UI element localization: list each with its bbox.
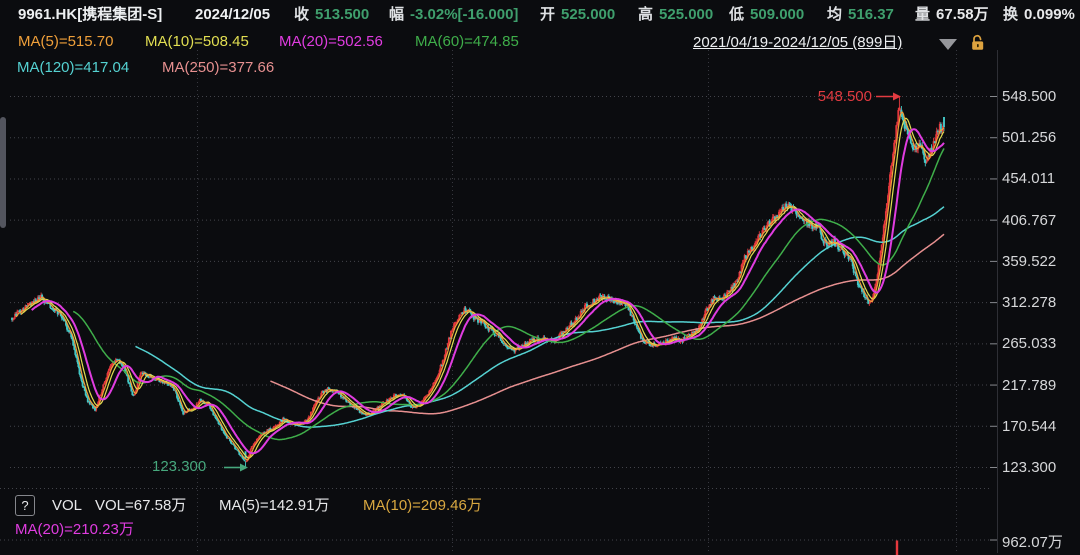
field-close: 收 513.500 [294, 4, 369, 26]
vol-indicator-title[interactable]: VOL [52, 495, 82, 516]
vol-ma5-value: MA(5)=142.91万 [219, 495, 329, 516]
symbol-title: 9961.HK[携程集团-S] [18, 4, 162, 26]
date-range-selector[interactable]: 2021/04/19-2024/12/05 (899日) [0, 31, 1080, 55]
left-scrollbar-thumb[interactable] [0, 117, 6, 228]
field-low-value: 509.000 [750, 6, 804, 23]
field-open-label: 开 [540, 6, 555, 23]
quote-date: 2024/12/05 [195, 4, 270, 26]
volume-axis-label: 962.07万 [1002, 531, 1063, 552]
field-low-label: 低 [729, 6, 744, 23]
help-icon[interactable]: ? [15, 495, 35, 516]
field-change-label: 幅 [389, 6, 404, 23]
field-volume: 量 67.58万 [915, 4, 989, 26]
quote-bar: 9961.HK[携程集团-S] 2024/12/05 收 513.500 幅 -3.… [0, 4, 1080, 26]
vol-current-value: VOL=67.58万 [95, 495, 186, 516]
ma250-legend: MA(250)=377.66 [162, 57, 274, 79]
field-change-value: -3.02%[-16.000] [410, 6, 518, 23]
field-volume-label: 量 [915, 6, 930, 23]
field-close-value: 513.500 [315, 6, 369, 23]
low-price-annotation: 123.300 [152, 458, 206, 475]
field-high: 高 525.000 [638, 4, 713, 26]
ma120-legend: MA(120)=417.04 [17, 57, 129, 79]
field-low: 低 509.000 [729, 4, 804, 26]
field-change: 幅 -3.02%[-16.000] [389, 4, 518, 26]
vol-ma10-value: MA(10)=209.46万 [363, 495, 482, 516]
field-volume-value: 67.58万 [936, 6, 989, 23]
field-open: 开 525.000 [540, 4, 615, 26]
field-turnover: 换 0.099% [1003, 4, 1075, 26]
field-open-value: 525.000 [561, 6, 615, 23]
field-avg-label: 均 [827, 6, 842, 23]
ma-legend-row-2: MA(120)=417.04 MA(250)=377.66 [0, 57, 1080, 79]
field-avg: 均 516.37 [827, 4, 894, 26]
stock-chart-app: 548.500501.256454.011406.767359.522312.2… [0, 0, 1080, 555]
high-price-annotation: 548.500 [806, 88, 872, 105]
volume-legend-row-2: MA(20)=210.23万 [0, 521, 1080, 539]
field-avg-value: 516.37 [848, 6, 894, 23]
field-high-label: 高 [638, 6, 653, 23]
field-turnover-label: 换 [1003, 6, 1018, 23]
date-range-label[interactable]: 2021/04/19-2024/12/05 (899日) [693, 31, 902, 55]
field-turnover-value: 0.099% [1024, 6, 1075, 23]
field-high-value: 525.000 [659, 6, 713, 23]
field-close-label: 收 [294, 6, 309, 23]
chevron-down-icon[interactable] [939, 39, 957, 50]
unlock-icon[interactable] [969, 34, 987, 56]
vol-ma20-value: MA(20)=210.23万 [15, 521, 134, 539]
volume-legend: ? VOL VOL=67.58万 MA(5)=142.91万 MA(10)=20… [0, 495, 1080, 516]
